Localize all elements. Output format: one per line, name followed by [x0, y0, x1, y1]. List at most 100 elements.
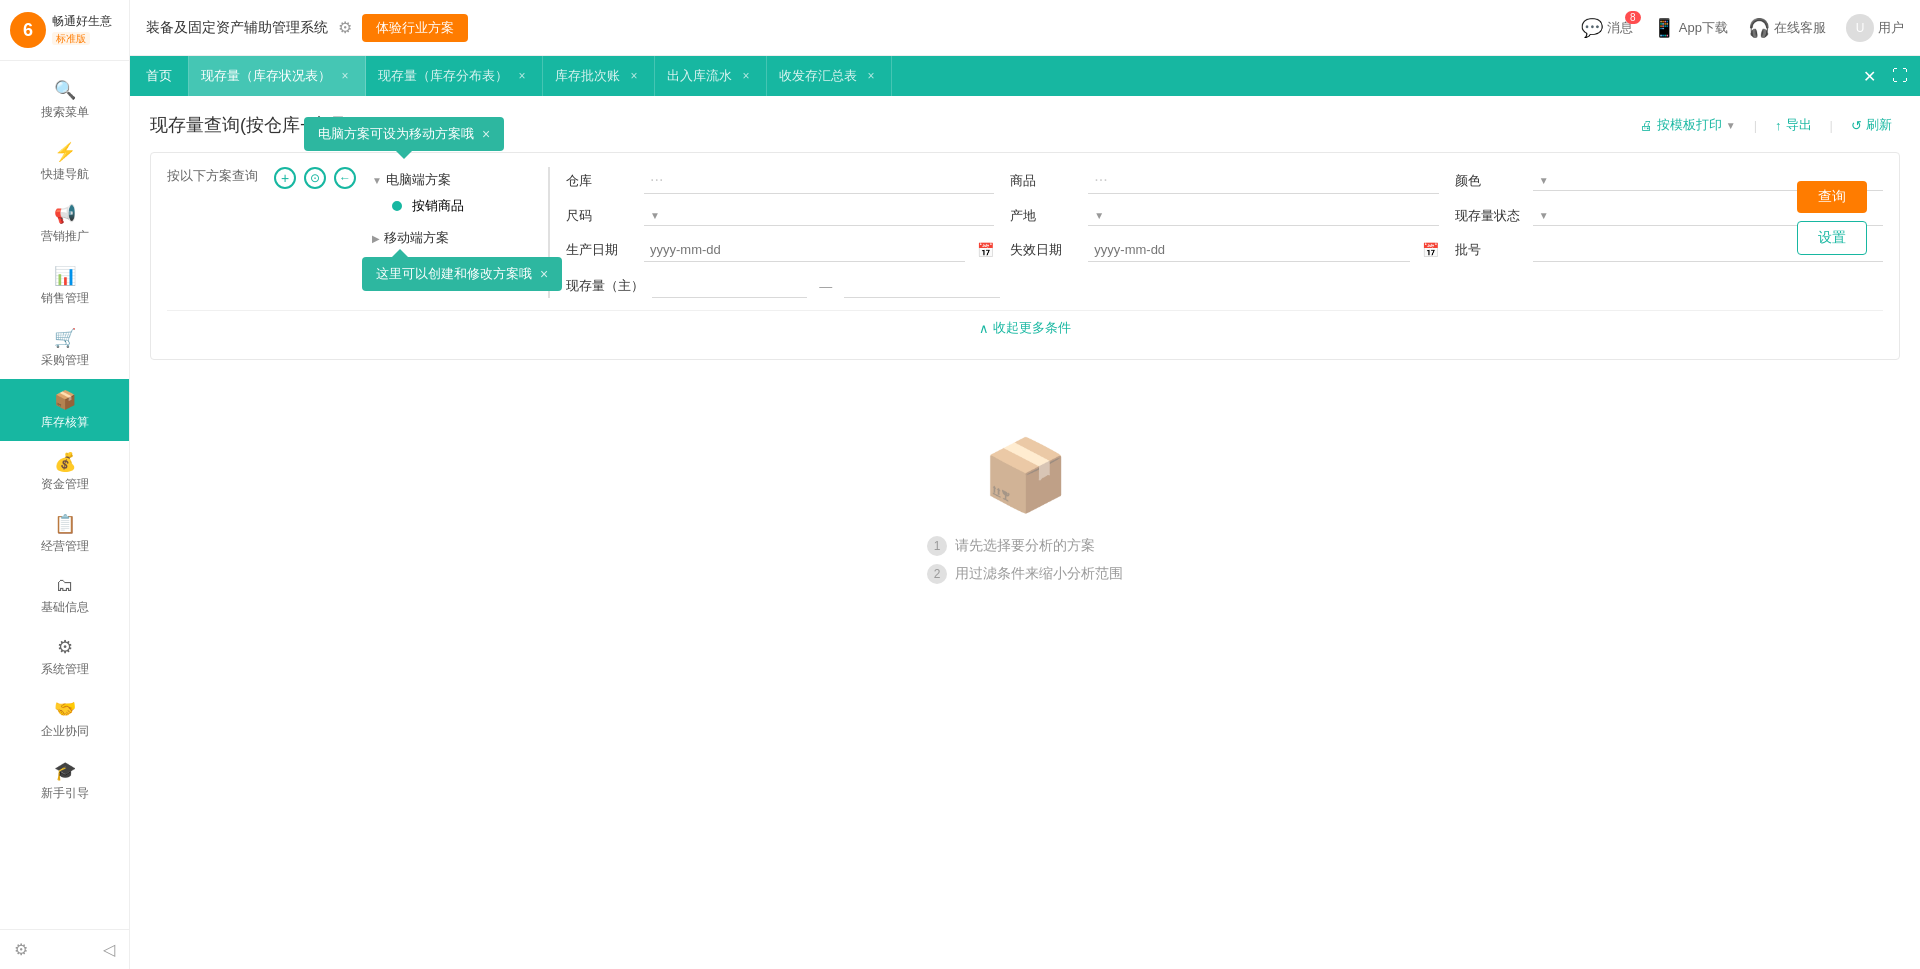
collapse-row[interactable]: ∧ 收起更多条件	[167, 310, 1883, 345]
scheme-item-mobile[interactable]: ▶ 移动端方案	[372, 225, 532, 251]
scheme-expand-arrow: ▼	[372, 175, 382, 186]
sidebar-item-system[interactable]: ⚙ 系统管理	[0, 626, 129, 688]
topbar-left: 装备及固定资产辅助管理系统 ⚙ 体验行业方案	[146, 14, 468, 42]
stock-main-label: 现存量（主）	[566, 277, 644, 295]
back-scheme-button[interactable]: ←	[334, 167, 356, 189]
print-icon: 🖨	[1640, 118, 1653, 133]
sidebar-item-base[interactable]: 🗂 基础信息	[0, 565, 129, 626]
user-action[interactable]: U 用户	[1846, 14, 1904, 42]
stock-range-dash: —	[815, 279, 836, 294]
guide-icon: 🎓	[54, 760, 76, 782]
logo-icon: 6	[10, 12, 46, 48]
stock-main-min-input[interactable]	[652, 274, 807, 298]
stock-status-label: 现存量状态	[1455, 207, 1525, 225]
sidebar-item-quick-nav[interactable]: ⚡ 快捷导航	[0, 131, 129, 193]
tab-close-flow[interactable]: ×	[738, 68, 754, 84]
refresh-button[interactable]: ↺ 刷新	[1843, 112, 1900, 138]
sidebar-item-purchase[interactable]: 🛒 采购管理	[0, 317, 129, 379]
button-column: 查询 设置	[1797, 181, 1867, 255]
sidebar-item-guide[interactable]: 🎓 新手引导	[0, 750, 129, 812]
field-stock-main: 现存量（主） —	[566, 274, 1000, 298]
main-content: 现存量查询(按仓库+商品) 🖨 按模板打印 ▼ | ↑ 导出 | ↺ 刷新	[130, 96, 1920, 969]
logo-text: 畅通好生意 标准版	[52, 13, 112, 47]
tab-summary[interactable]: 收发存汇总表 ×	[767, 56, 892, 96]
tab-flow[interactable]: 出入库流水 ×	[655, 56, 767, 96]
trial-button[interactable]: 体验行业方案	[362, 14, 468, 42]
product-select[interactable]: ···	[1088, 167, 1438, 194]
field-origin: 产地 ▼	[1010, 206, 1438, 226]
collab-icon: 🤝	[54, 698, 76, 720]
tooltip2-close[interactable]: ×	[540, 266, 548, 282]
expiry-date-calendar-icon[interactable]: 📅	[1422, 242, 1439, 258]
field-size: 尺码 ▼	[566, 206, 994, 226]
sidebar-item-inventory[interactable]: 📦 库存核算	[0, 379, 129, 441]
scheme-label-desktop: 电脑端方案	[386, 171, 451, 189]
tab-close-all-icon[interactable]: ✕	[1859, 63, 1880, 90]
online-support-action[interactable]: 🎧 在线客服	[1748, 17, 1826, 39]
size-arrow: ▼	[650, 210, 660, 221]
sidebar-bottom: ⚙ ◁	[0, 929, 129, 969]
filter-label: 按以下方案查询	[167, 167, 258, 185]
filter-row3: 生产日期 📅 失效日期 📅 批号	[566, 238, 1883, 262]
sidebar-item-collab[interactable]: 🤝 企业协同	[0, 688, 129, 750]
scheme-tree-container: ▼ 电脑端方案 按销商品 ▶ 移动端方案	[372, 167, 532, 251]
sidebar-nav: 🔍 搜索菜单 ⚡ 快捷导航 📢 营销推广 📊 销售管理 🛒 采购管理 📦 库存核…	[0, 61, 129, 929]
tip-num-1: 1	[927, 536, 947, 556]
tab-close-inventory-status[interactable]: ×	[337, 68, 353, 84]
system-name: 装备及固定资产辅助管理系统	[146, 19, 328, 37]
filter-controls: + ⊙ ← 电脑方案可设为移动方案哦 ×	[274, 167, 356, 189]
phone-icon: 📱	[1653, 17, 1675, 39]
sidebar-item-marketing[interactable]: 📢 营销推广	[0, 193, 129, 255]
sidebar-item-finance[interactable]: 💰 资金管理	[0, 441, 129, 503]
export-button[interactable]: ↑ 导出	[1767, 112, 1820, 138]
expiry-date-input[interactable]	[1088, 238, 1409, 262]
collapse-sidebar-icon[interactable]: ◁	[103, 940, 115, 959]
size-select[interactable]: ▼	[644, 206, 994, 226]
reset-button[interactable]: 设置	[1797, 221, 1867, 255]
scheme-item-desktop[interactable]: ▼ 电脑端方案	[372, 167, 532, 193]
system-icon: ⚙	[57, 636, 73, 658]
tab-close-distribution[interactable]: ×	[514, 68, 530, 84]
origin-select[interactable]: ▼	[1088, 206, 1438, 226]
notification-action[interactable]: 💬 消息 8	[1581, 17, 1633, 39]
stock-main-max-input[interactable]	[844, 274, 999, 298]
stock-status-arrow: ▼	[1539, 210, 1549, 221]
topbar-settings-icon[interactable]: ⚙	[338, 18, 352, 37]
tab-inventory-status[interactable]: 现存量（库存状况表） ×	[189, 56, 366, 96]
copy-scheme-button[interactable]: ⊙	[304, 167, 326, 189]
tab-close-summary[interactable]: ×	[863, 68, 879, 84]
product-label: 商品	[1010, 172, 1080, 190]
field-expiry-date: 失效日期 📅	[1010, 238, 1438, 262]
product-dots: ···	[1094, 171, 1107, 189]
tabbar-right: ✕ ⛶	[1859, 63, 1920, 90]
origin-label: 产地	[1010, 207, 1080, 225]
print-button[interactable]: 🖨 按模板打印 ▼	[1632, 112, 1744, 138]
filter-header-row: 按以下方案查询 + ⊙ ← 电脑方案可设为移动方案哦 × ▼	[167, 167, 1883, 298]
tooltip1-close[interactable]: ×	[482, 126, 490, 142]
scheme-sub-active[interactable]: 按销商品	[392, 193, 532, 219]
settings-bottom-icon[interactable]: ⚙	[14, 940, 28, 959]
batch-label: 批号	[1455, 241, 1525, 259]
tab-batch-ledger[interactable]: 库存批次账 ×	[543, 56, 655, 96]
sidebar-item-sales[interactable]: 📊 销售管理	[0, 255, 129, 317]
production-date-calendar-icon[interactable]: 📅	[977, 242, 994, 258]
add-scheme-button[interactable]: +	[274, 167, 296, 189]
filter-row2: 尺码 ▼ 产地 ▼ 现存量状态	[566, 206, 1883, 226]
production-date-input[interactable]	[644, 238, 965, 262]
app-download-action[interactable]: 📱 App下载	[1653, 17, 1728, 39]
print-dropdown-arrow: ▼	[1726, 120, 1736, 131]
headset-icon: 🎧	[1748, 17, 1770, 39]
notification-icon: 💬	[1581, 17, 1603, 39]
tab-home[interactable]: 首页	[130, 56, 189, 96]
query-button[interactable]: 查询	[1797, 181, 1867, 213]
tab-maximize-icon[interactable]: ⛶	[1888, 63, 1912, 89]
sidebar-item-search[interactable]: 🔍 搜索菜单	[0, 69, 129, 131]
notification-badge: 8	[1625, 11, 1641, 24]
sidebar-item-ops[interactable]: 📋 经营管理	[0, 503, 129, 565]
tab-close-batch[interactable]: ×	[626, 68, 642, 84]
warehouse-select[interactable]: ···	[644, 167, 994, 194]
tooltip1-arrow	[396, 151, 412, 159]
sales-icon: 📊	[54, 265, 76, 287]
tab-inventory-distribution[interactable]: 现存量（库存分布表） ×	[366, 56, 543, 96]
page-container: 现存量查询(按仓库+商品) 🖨 按模板打印 ▼ | ↑ 导出 | ↺ 刷新	[130, 96, 1920, 969]
